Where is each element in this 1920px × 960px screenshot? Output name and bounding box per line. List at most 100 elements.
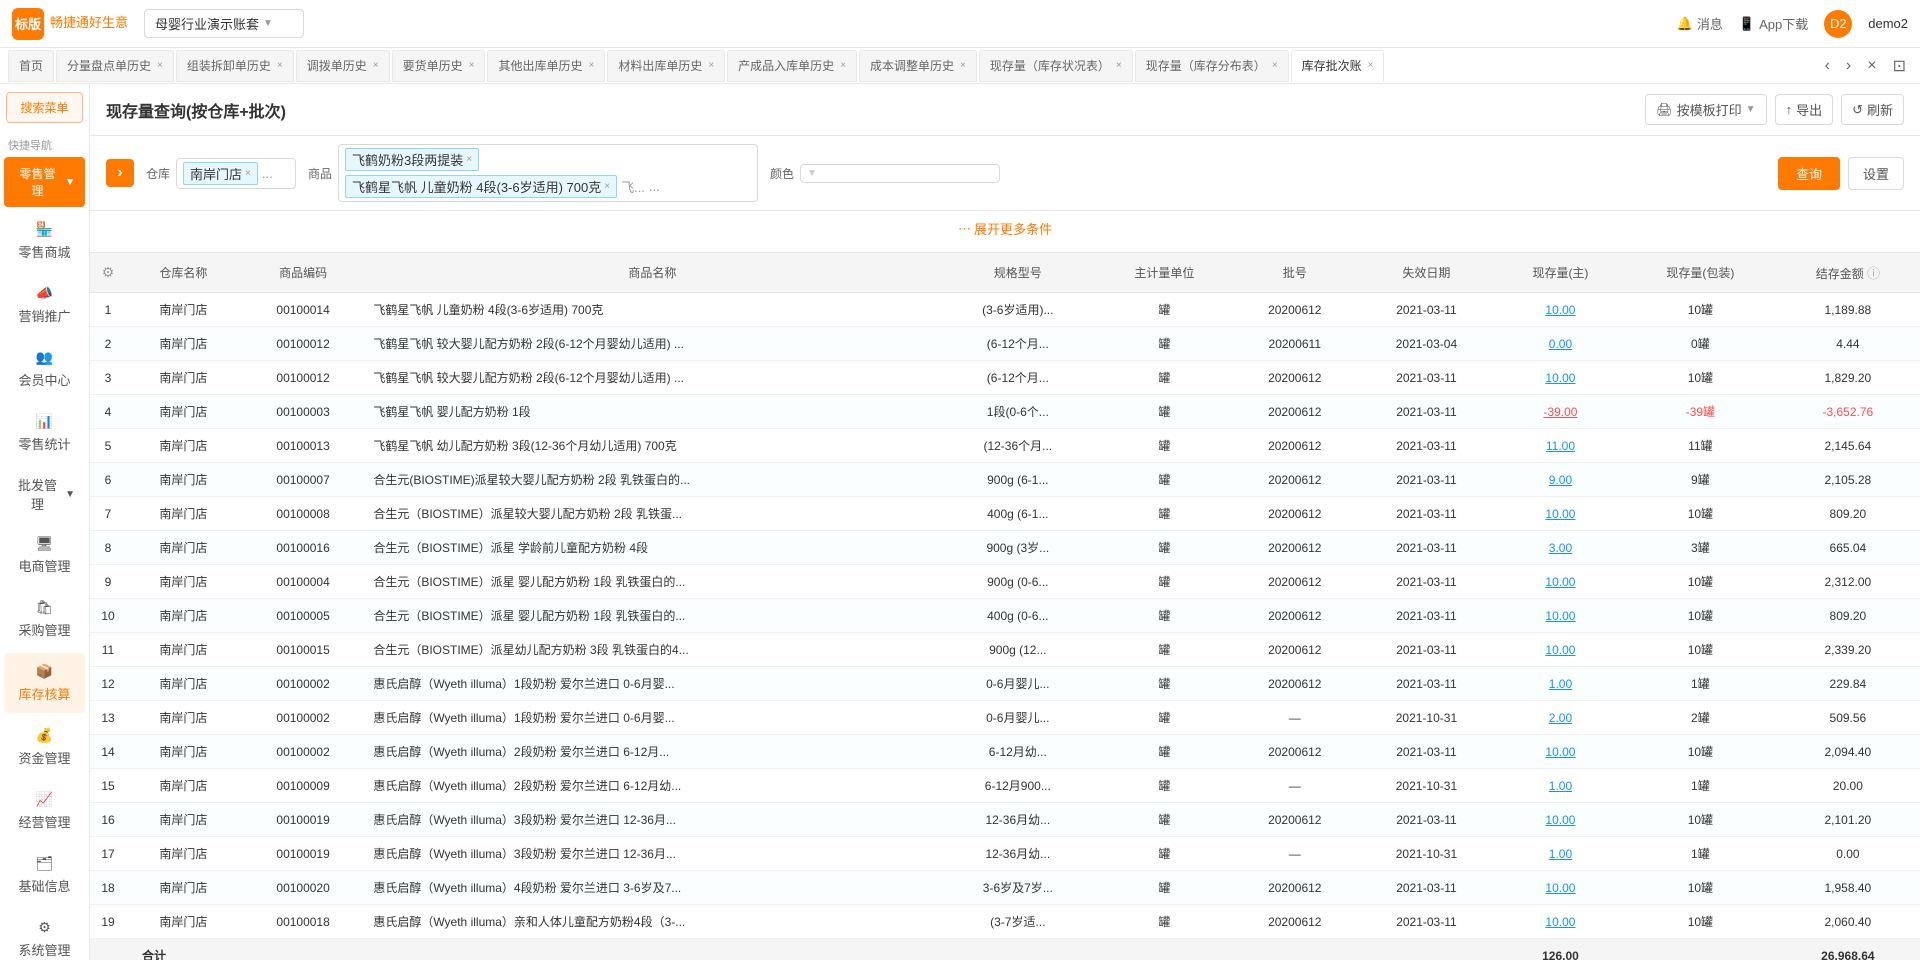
tab-close-10[interactable]: × bbox=[1272, 60, 1278, 71]
setting-button[interactable]: 设置 bbox=[1848, 157, 1904, 190]
product-tag-close-1[interactable]: × bbox=[466, 154, 472, 165]
tab-3[interactable]: 调拨单历史 × bbox=[296, 50, 390, 82]
tab-close-9[interactable]: × bbox=[1116, 60, 1122, 71]
product-more[interactable]: 飞... bbox=[621, 177, 645, 196]
cell-qty-main[interactable]: 9.00 bbox=[1496, 463, 1625, 497]
col-settings-header: ⚙ bbox=[90, 253, 126, 293]
sidebar-item-basic[interactable]: 🗂基础信息 bbox=[4, 845, 85, 905]
tab-close-1[interactable]: × bbox=[157, 60, 163, 71]
cell-qty-main[interactable]: -39.00 bbox=[1496, 395, 1625, 429]
sidebar-item-retail-shop[interactable]: 🏪零售商城 bbox=[4, 211, 85, 271]
sidebar-item-retail-stats[interactable]: 📊零售统计 bbox=[4, 403, 85, 463]
cell-amount: 2,105.28 bbox=[1776, 463, 1920, 497]
tab-9[interactable]: 现存量（库存状况表） × bbox=[979, 50, 1133, 82]
cell-qty-main[interactable]: 1.00 bbox=[1496, 837, 1625, 871]
tab-10[interactable]: 现存量（库存分布表） × bbox=[1135, 50, 1289, 82]
query-button[interactable]: 查询 bbox=[1778, 157, 1840, 190]
tab-8[interactable]: 成本调整单历史 × bbox=[859, 50, 977, 82]
cell-no: 15 bbox=[90, 769, 126, 803]
cell-warehouse: 南岸门店 bbox=[126, 531, 241, 565]
cell-expire: 2021-03-11 bbox=[1357, 463, 1496, 497]
sidebar-item-inventory[interactable]: 📦库存核算 bbox=[4, 653, 85, 713]
cell-unit: 罐 bbox=[1096, 395, 1232, 429]
product-tag-close-2[interactable]: × bbox=[604, 181, 610, 192]
cell-expire: 2021-03-11 bbox=[1357, 361, 1496, 395]
cell-warehouse: 南岸门店 bbox=[126, 327, 241, 361]
cell-qty-pkg: 1罐 bbox=[1625, 837, 1776, 871]
tab-11-active[interactable]: 库存批次账 × bbox=[1291, 50, 1385, 82]
message-button[interactable]: 🔔 消息 bbox=[1677, 14, 1723, 33]
cell-qty-main[interactable]: 10.00 bbox=[1496, 735, 1625, 769]
cell-qty-main[interactable]: 10.00 bbox=[1496, 803, 1625, 837]
expand-button[interactable]: › bbox=[106, 159, 134, 187]
sidebar-item-ecommerce[interactable]: 🖥电商管理 bbox=[4, 525, 85, 585]
warehouse-tag-close-1[interactable]: × bbox=[245, 168, 251, 179]
cell-qty-main[interactable]: 0.00 bbox=[1496, 327, 1625, 361]
tab-home[interactable]: 首页 bbox=[8, 50, 54, 82]
sidebar-item-retail[interactable]: 零售管理 ▼ bbox=[4, 157, 85, 207]
cell-amount: 2,312.00 bbox=[1776, 565, 1920, 599]
cell-qty-pkg: 10罐 bbox=[1625, 871, 1776, 905]
cell-qty-main[interactable]: 10.00 bbox=[1496, 905, 1625, 939]
expand-more-row: ⋯ 展开更多条件 bbox=[90, 211, 1920, 253]
tab-next-button[interactable]: › bbox=[1840, 57, 1857, 75]
sidebar-item-system[interactable]: ⚙系统管理 bbox=[4, 909, 85, 960]
cell-code: 00100013 bbox=[241, 429, 365, 463]
sidebar-retail-arrow: ▼ bbox=[65, 177, 75, 188]
warehouse-more[interactable]: ... bbox=[262, 166, 273, 181]
cell-code: 00100002 bbox=[241, 701, 365, 735]
settings-icon[interactable]: ⚙ bbox=[102, 264, 115, 280]
search-menu-button[interactable]: 搜索菜单 bbox=[6, 92, 83, 123]
sidebar-item-marketing[interactable]: 📣营销推广 bbox=[4, 275, 85, 335]
cell-qty-main[interactable]: 1.00 bbox=[1496, 667, 1625, 701]
tab-close-4[interactable]: × bbox=[469, 60, 475, 71]
cell-qty-main[interactable]: 10.00 bbox=[1496, 633, 1625, 667]
export-button[interactable]: ↑ 导出 bbox=[1775, 94, 1834, 125]
cell-qty-main[interactable]: 10.00 bbox=[1496, 293, 1625, 327]
cell-qty-main[interactable]: 10.00 bbox=[1496, 871, 1625, 905]
tab-7[interactable]: 产成品入库单历史 × bbox=[727, 50, 857, 82]
tab-close-3[interactable]: × bbox=[373, 60, 379, 71]
cell-amount: 2,094.40 bbox=[1776, 735, 1920, 769]
refresh-button[interactable]: ↺ 刷新 bbox=[1841, 94, 1904, 125]
sidebar-item-finance[interactable]: 💰资金管理 bbox=[4, 717, 85, 777]
user-name[interactable]: demo2 bbox=[1868, 16, 1908, 31]
product-ellipsis[interactable]: ... bbox=[649, 179, 660, 194]
tab-close-8[interactable]: × bbox=[960, 60, 966, 71]
tab-close-7[interactable]: × bbox=[840, 60, 846, 71]
tab-4[interactable]: 要货单历史 × bbox=[392, 50, 486, 82]
cell-qty-main[interactable]: 10.00 bbox=[1496, 599, 1625, 633]
cell-batch: 20200611 bbox=[1233, 327, 1357, 361]
color-tag-container[interactable]: ▼ bbox=[800, 164, 1000, 183]
tab-close-2[interactable]: × bbox=[277, 60, 283, 71]
tab-close-6[interactable]: × bbox=[708, 60, 714, 71]
tab-close-all-button[interactable]: × bbox=[1861, 57, 1882, 75]
tab-2[interactable]: 组装拆卸单历史 × bbox=[176, 50, 294, 82]
expand-more-button[interactable]: ⋯ 展开更多条件 bbox=[950, 215, 1060, 242]
sidebar-item-purchase[interactable]: 🛍采购管理 bbox=[4, 589, 85, 649]
cell-qty-main[interactable]: 1.00 bbox=[1496, 769, 1625, 803]
app-download-button[interactable]: 📱 App下载 bbox=[1739, 14, 1808, 33]
tab-close-5[interactable]: × bbox=[588, 60, 594, 71]
finance-icon: 💰 bbox=[36, 727, 53, 744]
template-print-button[interactable]: 🖨 按模板打印 ▼ bbox=[1645, 94, 1766, 125]
tab-prev-button[interactable]: ‹ bbox=[1819, 57, 1836, 75]
company-selector[interactable]: 母婴行业演示账套 ▼ bbox=[144, 9, 304, 38]
cell-qty-main[interactable]: 10.00 bbox=[1496, 497, 1625, 531]
sidebar-item-wholesale[interactable]: 批发管理▼ bbox=[4, 467, 85, 521]
sidebar-item-business[interactable]: 📈经营管理 bbox=[4, 781, 85, 841]
cell-qty-main[interactable]: 2.00 bbox=[1496, 701, 1625, 735]
sidebar-item-members[interactable]: 👥会员中心 bbox=[4, 339, 85, 399]
product-tag-container[interactable]: 飞鹤奶粉3段两提装 × 飞鹤星飞帆 儿童奶粉 4段(3-6岁适用) 700克 ×… bbox=[338, 144, 758, 202]
tab-1[interactable]: 分量盘点单历史 × bbox=[56, 50, 174, 82]
cell-qty-main[interactable]: 11.00 bbox=[1496, 429, 1625, 463]
tab-close-11[interactable]: × bbox=[1368, 60, 1374, 71]
warehouse-tag-container[interactable]: 南岸门店 × ... bbox=[176, 158, 296, 189]
tab-5[interactable]: 其他出库单历史 × bbox=[487, 50, 605, 82]
cell-qty-main[interactable]: 10.00 bbox=[1496, 565, 1625, 599]
cell-unit: 罐 bbox=[1096, 803, 1232, 837]
tab-6[interactable]: 材料出库单历史 × bbox=[607, 50, 725, 82]
cell-qty-main[interactable]: 10.00 bbox=[1496, 361, 1625, 395]
cell-qty-main[interactable]: 3.00 bbox=[1496, 531, 1625, 565]
tab-maximize-button[interactable]: ⊡ bbox=[1887, 56, 1912, 76]
